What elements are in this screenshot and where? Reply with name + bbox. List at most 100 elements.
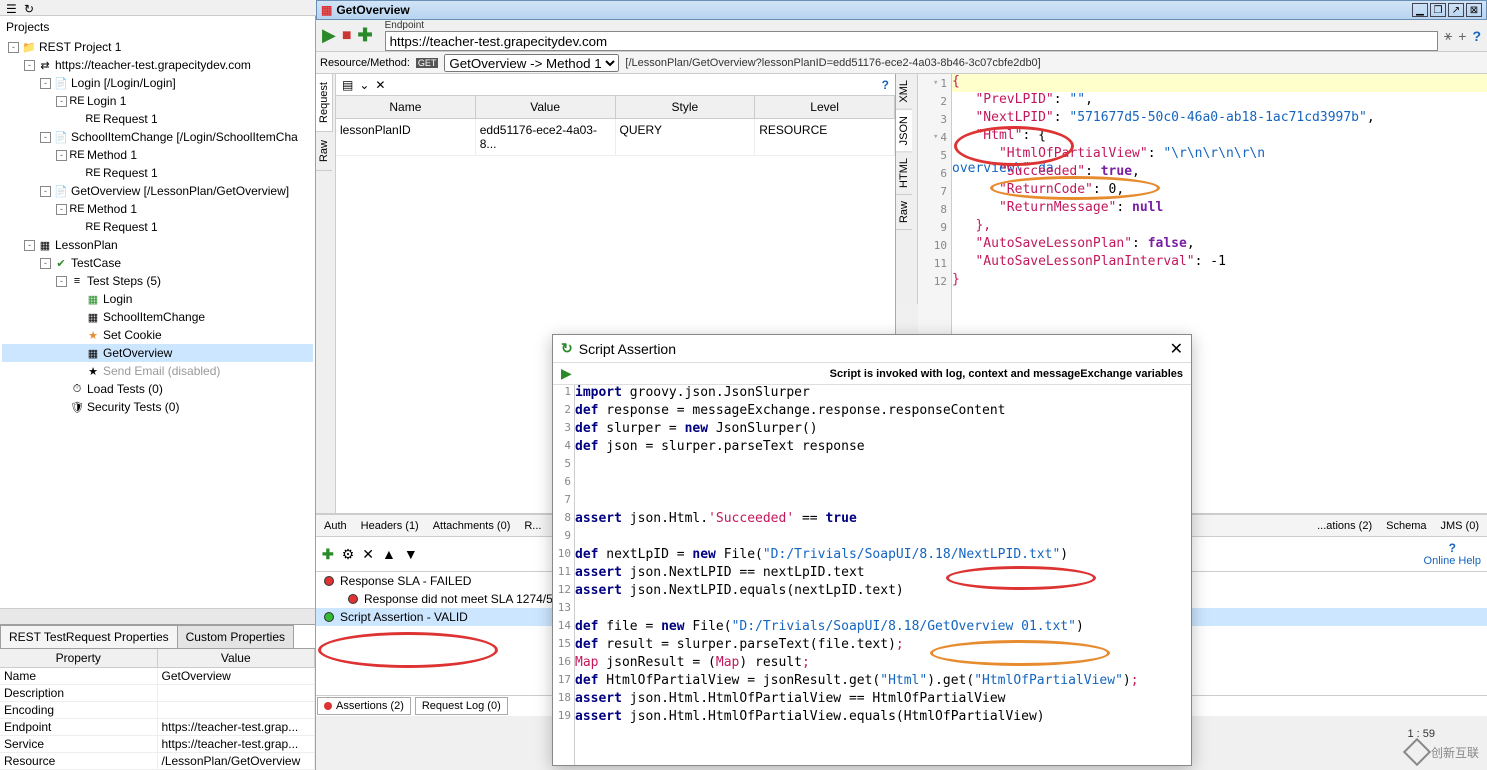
resource-method-select[interactable]: GetOverview -> Method 1: [444, 54, 619, 72]
step-getoverview[interactable]: ▦GetOverview: [2, 344, 313, 362]
assert-help-icon[interactable]: ?: [1424, 541, 1481, 555]
method-schoolitem[interactable]: -REMethod 1: [2, 146, 313, 164]
assert-up-icon[interactable]: ▲: [382, 546, 396, 562]
loadtests-node[interactable]: ⏱Load Tests (0): [2, 380, 313, 398]
grid-hdr-style: Style: [616, 96, 756, 118]
tab-more[interactable]: R...: [524, 520, 541, 532]
method-login1[interactable]: -RELogin 1: [2, 92, 313, 110]
resource-getoverview[interactable]: -📄GetOverview [/LessonPlan/GetOverview]: [2, 182, 313, 200]
teststeps-node[interactable]: -≡Test Steps (5): [2, 272, 313, 290]
wand-icon[interactable]: ⚹: [1444, 27, 1452, 44]
help-icon[interactable]: ?: [1472, 28, 1481, 44]
securitytests-node[interactable]: 🛡Security Tests (0): [2, 398, 313, 416]
tree-twisty[interactable]: -: [40, 132, 51, 143]
menu-icon[interactable]: ☰: [6, 2, 20, 14]
tab-headers[interactable]: Headers (1): [361, 520, 419, 532]
assert-down-icon[interactable]: ▼: [404, 546, 418, 562]
req-chevron-icon[interactable]: ⌄: [359, 78, 369, 92]
close-icon[interactable]: ⊠: [1466, 3, 1482, 17]
tab-auth[interactable]: Auth: [324, 520, 347, 532]
tree-twisty[interactable]: -: [24, 240, 35, 251]
assert-gear-icon[interactable]: ⚙: [342, 546, 355, 563]
project-root[interactable]: -📁REST Project 1: [2, 38, 313, 56]
prop-row[interactable]: Encoding: [0, 702, 315, 719]
tree-icon: ★: [85, 328, 101, 342]
script-editor[interactable]: 12345678910111213141516171819 import gro…: [553, 385, 1191, 765]
assert-remove-button[interactable]: ✕: [362, 546, 374, 563]
tree-twisty[interactable]: [56, 384, 67, 395]
stop-button[interactable]: ■: [342, 27, 352, 45]
vtab-raw-resp[interactable]: Raw: [896, 195, 912, 230]
tree-icon: RE: [85, 112, 101, 126]
tree-label: Method 1: [87, 202, 137, 216]
tree-twisty[interactable]: [72, 168, 83, 179]
resource-schoolitem[interactable]: -📄SchoolItemChange [/Login/SchoolItemCha: [2, 128, 313, 146]
req-help-icon[interactable]: ?: [882, 78, 889, 92]
dialog-close-button[interactable]: ✕: [1170, 339, 1183, 359]
tab-jms[interactable]: JMS (0): [1441, 520, 1480, 532]
tree-twisty[interactable]: -: [8, 42, 19, 53]
tree-twisty[interactable]: -: [40, 186, 51, 197]
dialog-run-button[interactable]: ▶: [561, 365, 572, 382]
prop-row[interactable]: Servicehttps://teacher-test.grap...: [0, 736, 315, 753]
testsuite-lessonplan[interactable]: -▦LessonPlan: [2, 236, 313, 254]
tree-twisty[interactable]: -: [40, 78, 51, 89]
tree-twisty[interactable]: [72, 366, 83, 377]
step-setcookie[interactable]: ★Set Cookie: [2, 326, 313, 344]
project-tree[interactable]: -📁REST Project 1-⇄https://teacher-test.g…: [0, 38, 315, 608]
service-node[interactable]: -⇄https://teacher-test.grapecitydev.com: [2, 56, 313, 74]
tree-twisty[interactable]: [72, 330, 83, 341]
prop-row[interactable]: NameGetOverview: [0, 668, 315, 685]
tree-twisty[interactable]: -: [56, 150, 67, 161]
assert-add-button[interactable]: ✚: [322, 546, 334, 563]
request-getoverview[interactable]: RERequest 1: [2, 218, 313, 236]
tree-twisty[interactable]: [72, 348, 83, 359]
req-close-icon[interactable]: ✕: [375, 78, 385, 92]
tree-scrollbar[interactable]: [0, 608, 315, 624]
tree-twisty[interactable]: -: [56, 96, 67, 107]
resource-login[interactable]: -📄Login [/Login/Login]: [2, 74, 313, 92]
tree-twisty[interactable]: [72, 294, 83, 305]
assert-help-label[interactable]: Online Help: [1424, 555, 1481, 567]
tree-twisty[interactable]: -: [56, 204, 67, 215]
step-sendemail[interactable]: ★Send Email (disabled): [2, 362, 313, 380]
run-button[interactable]: ▶: [322, 25, 336, 46]
request-login1[interactable]: RERequest 1: [2, 110, 313, 128]
prop-row[interactable]: Description: [0, 685, 315, 702]
vtab-xml[interactable]: XML: [896, 74, 912, 110]
restore-icon[interactable]: ❐: [1430, 3, 1446, 17]
external-icon[interactable]: ↗: [1448, 3, 1464, 17]
prop-row[interactable]: Endpointhttps://teacher-test.grap...: [0, 719, 315, 736]
add-button[interactable]: ✚: [358, 25, 373, 46]
tab-attachments[interactable]: Attachments (0): [433, 520, 511, 532]
tab-schema[interactable]: Schema: [1386, 520, 1426, 532]
prop-row[interactable]: Resource/LessonPlan/GetOverview: [0, 753, 315, 770]
tree-twisty[interactable]: -: [40, 258, 51, 269]
step-login[interactable]: ▦Login: [2, 290, 313, 308]
tree-twisty[interactable]: [72, 312, 83, 323]
request-schoolitem[interactable]: RERequest 1: [2, 164, 313, 182]
tree-twisty[interactable]: -: [24, 60, 35, 71]
testcase-node[interactable]: -✔TestCase: [2, 254, 313, 272]
tree-twisty[interactable]: [72, 114, 83, 125]
minimize-icon[interactable]: ▁: [1412, 3, 1428, 17]
tab-request-log[interactable]: Request Log (0): [415, 697, 508, 715]
grid-row[interactable]: lessonPlanID edd51176-ece2-4a03-8... QUE…: [336, 119, 895, 156]
plus-small-icon[interactable]: +: [1458, 28, 1466, 44]
vtab-json[interactable]: JSON: [896, 110, 912, 152]
tree-twisty[interactable]: -: [56, 276, 67, 287]
tab-representations[interactable]: ...ations (2): [1317, 520, 1372, 532]
vtab-request[interactable]: Request: [316, 74, 333, 132]
req-filter-icon[interactable]: ▤: [342, 78, 353, 92]
refresh-icon[interactable]: ↻: [24, 2, 38, 14]
step-schoolitem[interactable]: ▦SchoolItemChange: [2, 308, 313, 326]
tab-rest-props[interactable]: REST TestRequest Properties: [0, 625, 178, 648]
vtab-raw-req[interactable]: Raw: [316, 132, 332, 171]
method-getoverview[interactable]: -REMethod 1: [2, 200, 313, 218]
tab-custom-props[interactable]: Custom Properties: [177, 625, 294, 648]
endpoint-input[interactable]: [385, 31, 1438, 51]
vtab-html[interactable]: HTML: [896, 152, 912, 195]
tab-assertions[interactable]: Assertions (2): [317, 697, 411, 715]
tree-twisty[interactable]: [56, 402, 67, 413]
tree-twisty[interactable]: [72, 222, 83, 233]
